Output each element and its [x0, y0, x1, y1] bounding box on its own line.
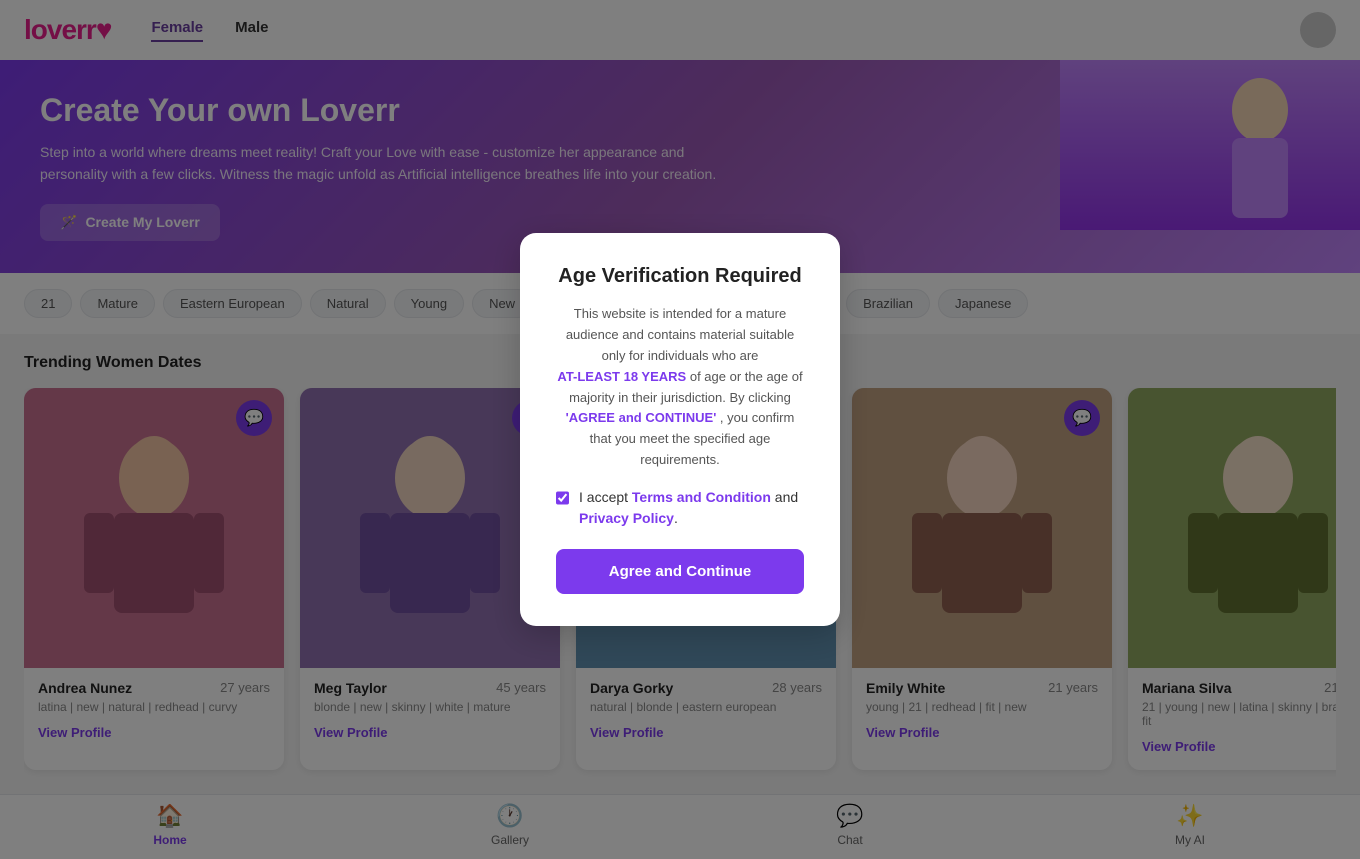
modal-checkbox-row: I accept Terms and Condition and Privacy…: [556, 487, 804, 529]
modal-and-text: and: [771, 489, 798, 505]
terms-link[interactable]: Terms and Condition: [632, 489, 771, 505]
modal-highlight: AT-LEAST 18 YEARS: [557, 369, 686, 384]
modal-period: .: [674, 510, 678, 526]
accept-checkbox[interactable]: [556, 489, 569, 507]
agree-continue-button[interactable]: Agree and Continue: [556, 549, 804, 594]
modal-overlay: Age Verification Required This website i…: [0, 0, 1360, 859]
modal-link-text: 'AGREE and CONTINUE': [566, 410, 717, 425]
modal-checkbox-prefix: I accept: [579, 489, 632, 505]
modal-desc-1: This website is intended for a mature au…: [566, 306, 794, 363]
modal-title: Age Verification Required: [556, 265, 804, 288]
modal-description: This website is intended for a mature au…: [556, 304, 804, 470]
modal-checkbox-label: I accept Terms and Condition and Privacy…: [579, 487, 804, 529]
age-verification-modal: Age Verification Required This website i…: [520, 233, 840, 625]
privacy-link[interactable]: Privacy Policy: [579, 510, 674, 526]
